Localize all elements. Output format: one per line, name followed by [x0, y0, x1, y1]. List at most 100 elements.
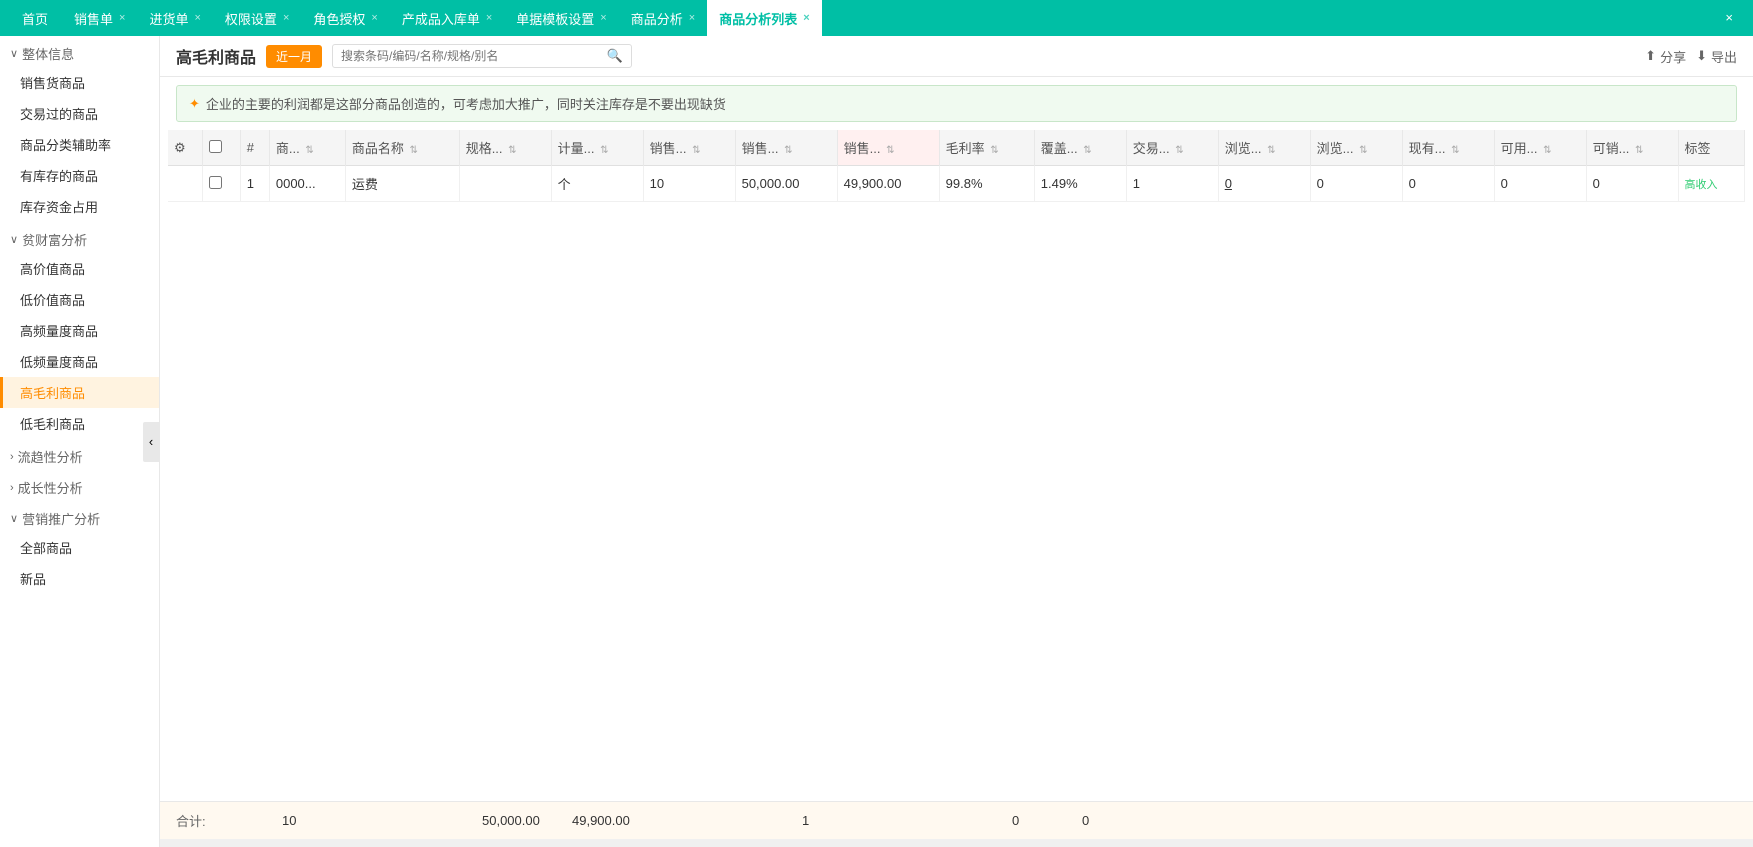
- sort-sales-cost-icon: ⇅: [886, 145, 894, 156]
- cell-browse1[interactable]: 0: [1218, 166, 1310, 202]
- col-saleable[interactable]: 可销... ⇅: [1586, 130, 1678, 166]
- cell-unit: 个: [551, 166, 643, 202]
- sidebar-item-traded-goods[interactable]: 交易过的商品: [0, 98, 159, 129]
- col-sales-qty[interactable]: 销售... ⇅: [643, 130, 735, 166]
- sidebar-item-all-goods[interactable]: 全部商品: [0, 532, 159, 563]
- footer-available: 0: [1076, 813, 1146, 828]
- sidebar-group-wealth[interactable]: ∨ 贫财富分析: [0, 222, 159, 253]
- close-tab-analysis-list[interactable]: ×: [803, 12, 809, 24]
- col-tag[interactable]: 标签: [1678, 130, 1744, 166]
- sidebar-item-high-value[interactable]: 高价值商品: [0, 253, 159, 284]
- col-sales-cost[interactable]: 销售... ⇅: [837, 130, 939, 166]
- horizontal-scrollbar[interactable]: [160, 839, 1753, 847]
- cell-coverage: 1.49%: [1034, 166, 1126, 202]
- share-button[interactable]: ⬆ 分享: [1645, 47, 1686, 66]
- footer-sales-qty: 10: [276, 813, 476, 828]
- table-wrapper: ⚙ # 商... ⇅ 商品名称 ⇅: [160, 130, 1753, 801]
- sort-browse2-icon: ⇅: [1359, 145, 1367, 156]
- close-tab-purchase[interactable]: ×: [194, 12, 200, 24]
- share-icon: ⬆: [1645, 48, 1656, 64]
- footer-current-qty: 0: [1006, 813, 1076, 828]
- close-tab-permission[interactable]: ×: [283, 12, 289, 24]
- sort-coverage-icon: ⇅: [1083, 145, 1091, 156]
- sort-browse1-icon: ⇅: [1267, 145, 1275, 156]
- col-available[interactable]: 可用... ⇅: [1494, 130, 1586, 166]
- table-header-row: ⚙ # 商... ⇅ 商品名称 ⇅: [168, 130, 1745, 166]
- arrow-right-icon: ›: [10, 451, 14, 463]
- sidebar-group-growth[interactable]: › 成长性分析: [0, 470, 159, 501]
- sidebar-item-analysis-assist[interactable]: 商品分类辅助率: [0, 129, 159, 160]
- sidebar-group-overall[interactable]: ∨ 整体信息: [0, 36, 159, 67]
- export-button[interactable]: ⬇ 导出: [1696, 47, 1737, 66]
- nav-tab-sales[interactable]: 销售单 ×: [62, 0, 137, 36]
- footer-sales-amount: 50,000.00: [476, 813, 566, 828]
- data-table: ⚙ # 商... ⇅ 商品名称 ⇅: [168, 130, 1745, 202]
- sidebar-item-sales-goods[interactable]: 销售货商品: [0, 67, 159, 98]
- nav-tab-purchase[interactable]: 进货单 ×: [137, 0, 212, 36]
- col-transaction[interactable]: 交易... ⇅: [1126, 130, 1218, 166]
- cell-tag: 高收入: [1678, 166, 1744, 202]
- sidebar-item-low-margin[interactable]: 低毛利商品: [0, 408, 159, 439]
- sidebar-item-high-sales[interactable]: 高频量度商品: [0, 315, 159, 346]
- col-settings[interactable]: ⚙: [168, 130, 203, 166]
- sort-sales-qty-icon: ⇅: [692, 145, 700, 156]
- col-browse1[interactable]: 浏览... ⇅: [1218, 130, 1310, 166]
- sidebar-item-inventory-goods[interactable]: 有库存的商品: [0, 160, 159, 191]
- cell-saleable: 0: [1586, 166, 1678, 202]
- nav-tab-analysis[interactable]: 商品分析 ×: [619, 0, 707, 36]
- search-input[interactable]: [341, 49, 607, 63]
- nav-tab-template[interactable]: 单据模板设置 ×: [504, 0, 618, 36]
- search-icon[interactable]: 🔍: [607, 48, 623, 64]
- close-tab-sales[interactable]: ×: [119, 12, 125, 24]
- arrow-down-icon-3: ∨: [10, 512, 18, 525]
- nav-tab-home[interactable]: 首页: [8, 0, 62, 36]
- period-button[interactable]: 近一月: [266, 45, 322, 68]
- close-tab-product-in[interactable]: ×: [486, 12, 492, 24]
- sort-spec-icon: ⇅: [508, 145, 516, 156]
- cell-sales-qty: 10: [643, 166, 735, 202]
- footer-empty1: [656, 813, 726, 828]
- sidebar-item-new-goods[interactable]: 新品: [0, 563, 159, 594]
- col-name[interactable]: 商品名称 ⇅: [345, 130, 459, 166]
- search-box: 🔍: [332, 44, 632, 68]
- sort-unit-icon: ⇅: [600, 145, 608, 156]
- col-sales-amount[interactable]: 销售... ⇅: [735, 130, 837, 166]
- sort-name-icon: ⇅: [410, 145, 418, 156]
- sidebar-item-low-value[interactable]: 低价值商品: [0, 284, 159, 315]
- col-checkbox[interactable]: [203, 130, 240, 166]
- window-close-button[interactable]: ×: [1713, 9, 1745, 27]
- cell-settings: [168, 166, 203, 202]
- sidebar-group-marketing[interactable]: ∨ 营销推广分析: [0, 501, 159, 532]
- col-unit[interactable]: 计量... ⇅: [551, 130, 643, 166]
- arrow-down-icon-2: ∨: [10, 233, 18, 246]
- col-browse2[interactable]: 浏览... ⇅: [1310, 130, 1402, 166]
- nav-tab-role[interactable]: 角色授权 ×: [301, 0, 389, 36]
- col-coverage[interactable]: 覆盖... ⇅: [1034, 130, 1126, 166]
- col-spec[interactable]: 规格... ⇅: [459, 130, 551, 166]
- sort-current-qty-icon: ⇅: [1451, 145, 1459, 156]
- row-checkbox[interactable]: [209, 176, 222, 189]
- header-actions: ⬆ 分享 ⬇ 导出: [1645, 47, 1737, 66]
- nav-tab-permission[interactable]: 权限设置 ×: [213, 0, 301, 36]
- tip-text: 企业的主要的利润都是这部分商品创造的，可考虑加大推广，同时关注库存是不要出现缺货: [206, 94, 726, 113]
- nav-tab-analysis-list[interactable]: 商品分析列表 ×: [707, 0, 821, 36]
- close-tab-role[interactable]: ×: [371, 12, 377, 24]
- cell-checkbox[interactable]: [203, 166, 240, 202]
- tip-icon: ✦: [189, 96, 200, 112]
- sidebar-item-low-sales[interactable]: 低频量度商品: [0, 346, 159, 377]
- sidebar: ‹ ∨ 整体信息 销售货商品 交易过的商品 商品分类辅助率 有库存的商品 库存资…: [0, 36, 160, 847]
- col-margin-rate[interactable]: 毛利率 ⇅: [939, 130, 1034, 166]
- close-tab-analysis[interactable]: ×: [689, 12, 695, 24]
- sort-saleable-icon: ⇅: [1635, 145, 1643, 156]
- footer-transaction: 1: [796, 813, 866, 828]
- select-all-checkbox[interactable]: [209, 140, 222, 153]
- nav-tab-product-in[interactable]: 产成品入库单 ×: [390, 0, 504, 36]
- close-tab-template[interactable]: ×: [600, 12, 606, 24]
- sidebar-collapse-button[interactable]: ‹: [143, 422, 159, 462]
- col-code[interactable]: 商... ⇅: [269, 130, 345, 166]
- sidebar-item-inventory-occupy[interactable]: 库存资金占用: [0, 191, 159, 222]
- footer-label: 合计:: [176, 811, 256, 830]
- sidebar-group-trend[interactable]: › 流趋性分析: [0, 439, 159, 470]
- sidebar-item-high-margin[interactable]: 高毛利商品: [0, 377, 159, 408]
- col-current-qty[interactable]: 现有... ⇅: [1402, 130, 1494, 166]
